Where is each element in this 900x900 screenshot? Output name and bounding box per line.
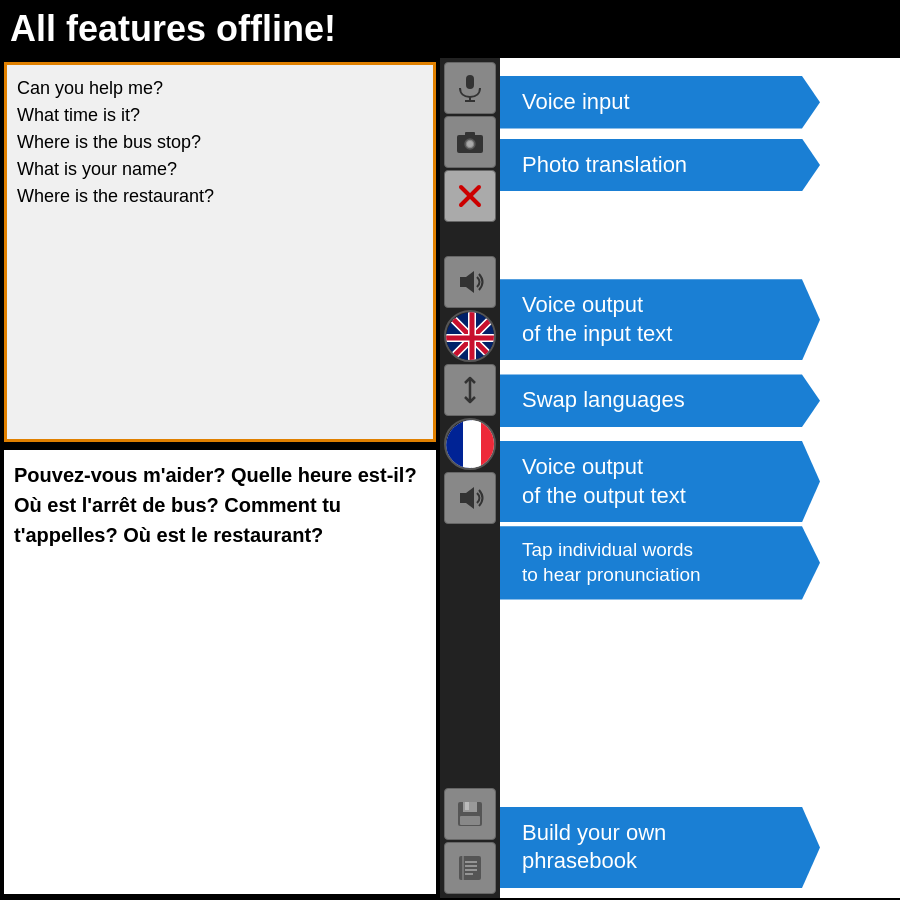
spacer-c bbox=[500, 360, 900, 374]
swap-icon bbox=[455, 375, 485, 405]
uk-flag-icon bbox=[446, 312, 496, 362]
speaker-input-icon bbox=[455, 267, 485, 297]
svg-rect-24 bbox=[460, 816, 480, 825]
input-text: Can you help me?What time is it?Where is… bbox=[17, 78, 214, 206]
svg-point-5 bbox=[467, 141, 473, 147]
swap-languages-callout: Swap languages bbox=[500, 374, 820, 427]
speak-input-button[interactable] bbox=[444, 256, 496, 308]
speak-output-button[interactable] bbox=[444, 472, 496, 524]
callout-row-voice-output-input: Voice outputof the input text bbox=[500, 279, 900, 360]
spacer-e bbox=[500, 600, 900, 807]
header: All features offline! bbox=[0, 0, 900, 58]
main-layout: Can you help me?What time is it?Where is… bbox=[0, 58, 900, 898]
mic-button[interactable] bbox=[444, 62, 496, 114]
svg-marker-20 bbox=[460, 487, 474, 509]
french-flag-button[interactable] bbox=[444, 418, 496, 470]
svg-rect-0 bbox=[466, 75, 474, 89]
output-text: Pouvez-vous m'aider? Quelle heure est-il… bbox=[14, 464, 417, 546]
bottom-spacer bbox=[500, 888, 900, 898]
english-flag-button[interactable] bbox=[444, 310, 496, 362]
swap-languages-button[interactable] bbox=[444, 364, 496, 416]
top-spacer bbox=[500, 58, 900, 76]
voice-output-input-callout: Voice outputof the input text bbox=[500, 279, 820, 360]
svg-rect-14 bbox=[446, 336, 496, 341]
callout-row-swap: Swap languages bbox=[500, 374, 900, 427]
callout-row-voice-input: Voice input bbox=[500, 76, 900, 129]
svg-rect-23 bbox=[465, 802, 469, 810]
phrasebook-button[interactable] bbox=[444, 842, 496, 894]
output-text-area: Pouvez-vous m'aider? Quelle heure est-il… bbox=[4, 450, 436, 894]
input-text-area[interactable]: Can you help me?What time is it?Where is… bbox=[4, 62, 436, 442]
voice-output-output-callout: Voice outputof the output text bbox=[500, 441, 820, 522]
clear-icon bbox=[455, 181, 485, 211]
french-flag-icon bbox=[446, 420, 496, 470]
save-button[interactable] bbox=[444, 788, 496, 840]
callout-row-voice-output-output: Voice outputof the output text bbox=[500, 441, 900, 522]
clear-button[interactable] bbox=[444, 170, 496, 222]
toolbar bbox=[440, 58, 500, 898]
callout-row-tap-words: Tap individual wordsto hear pronunciatio… bbox=[500, 522, 900, 599]
speaker-output-icon bbox=[455, 483, 485, 513]
callouts-panel: Voice input Photo translation Voice outp… bbox=[500, 58, 900, 898]
svg-rect-18 bbox=[463, 420, 481, 470]
tap-words-callout: Tap individual wordsto hear pronunciatio… bbox=[500, 526, 820, 599]
left-panel: Can you help me?What time is it?Where is… bbox=[0, 58, 440, 898]
spacer-b bbox=[500, 191, 900, 279]
camera-button[interactable] bbox=[444, 116, 496, 168]
spacer-a bbox=[500, 129, 900, 139]
header-title: All features offline! bbox=[10, 8, 336, 50]
photo-translation-callout: Photo translation bbox=[500, 139, 820, 192]
callout-row-photo-translation: Photo translation bbox=[500, 139, 900, 192]
svg-rect-26 bbox=[462, 856, 464, 880]
save-icon bbox=[455, 799, 485, 829]
voice-input-callout: Voice input bbox=[500, 76, 820, 129]
camera-icon bbox=[455, 127, 485, 157]
svg-rect-6 bbox=[465, 132, 475, 136]
book-icon bbox=[455, 853, 485, 883]
svg-marker-9 bbox=[460, 271, 474, 293]
phrasebook-callout: Build your ownphrasebook bbox=[500, 807, 820, 888]
mic-icon bbox=[455, 73, 485, 103]
callout-row-phrasebook: Build your ownphrasebook bbox=[500, 807, 900, 888]
spacer-d bbox=[500, 427, 900, 441]
